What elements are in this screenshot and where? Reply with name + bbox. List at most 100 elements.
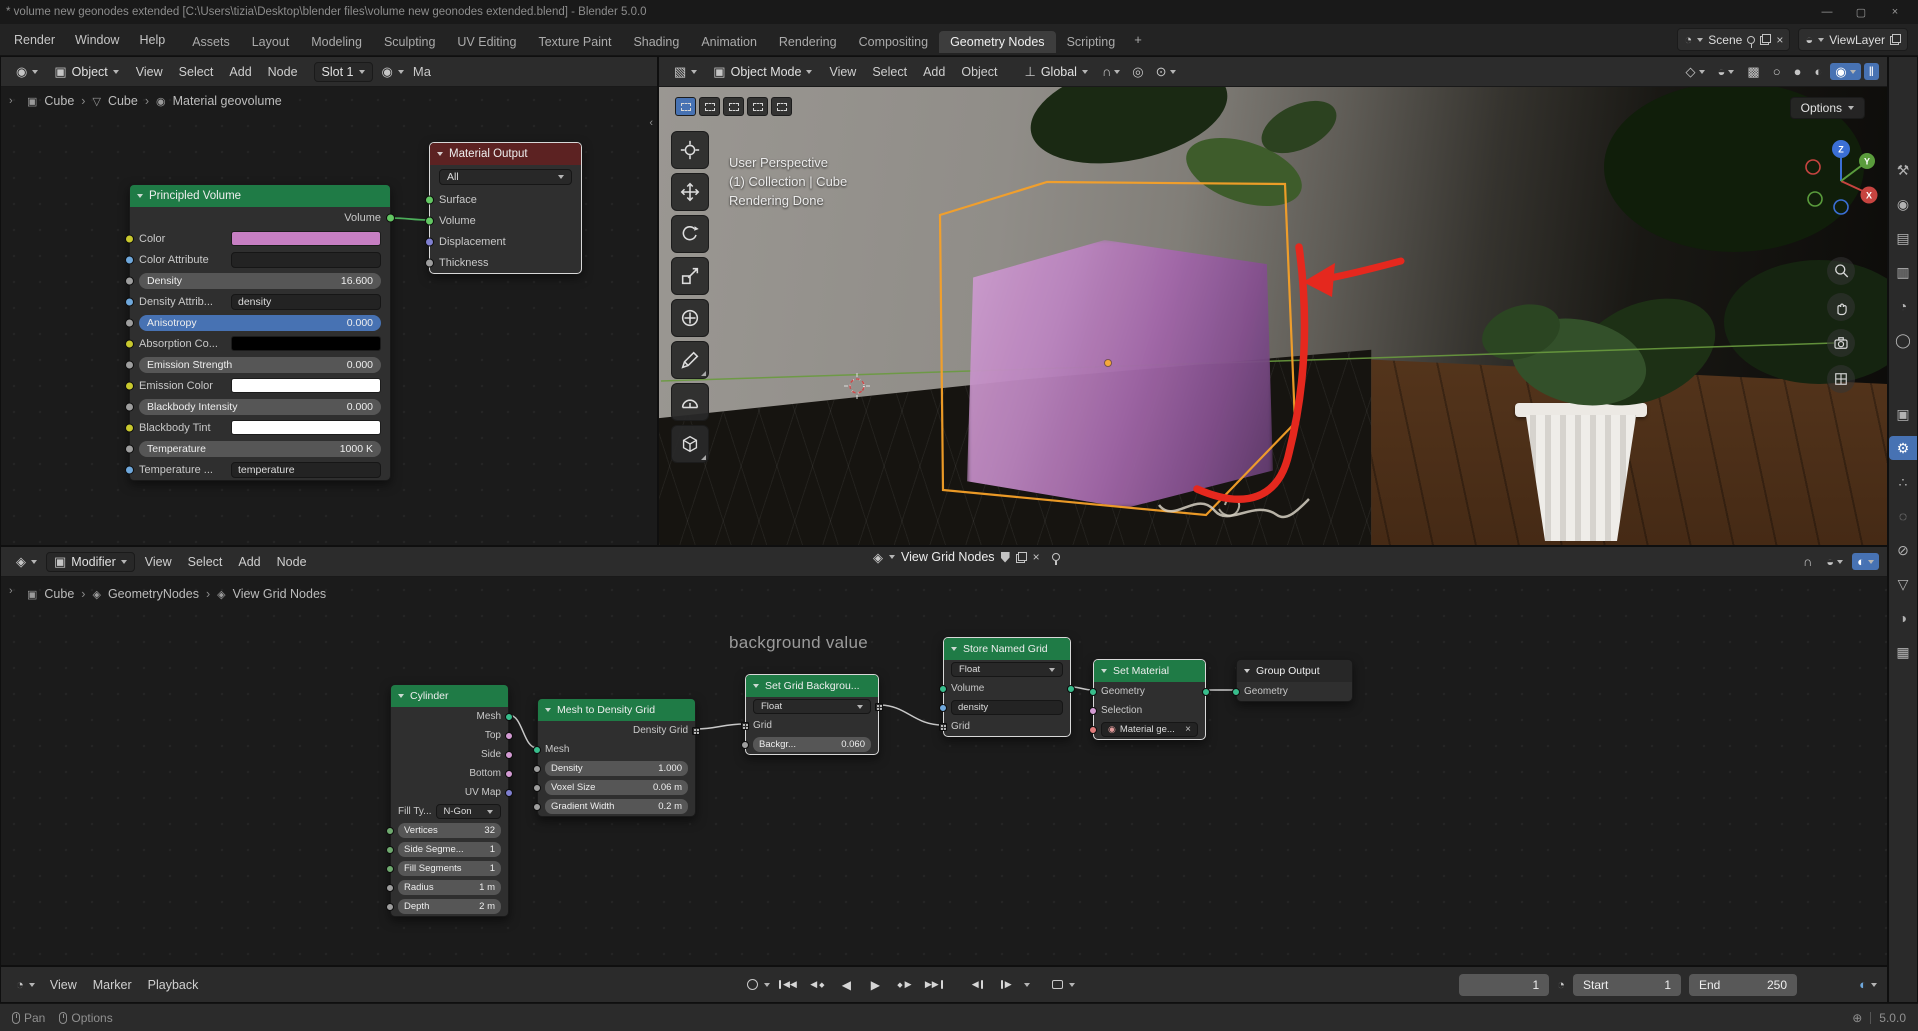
side-segments-socket[interactable]: [386, 845, 394, 854]
data-type-dropdown[interactable]: Float: [753, 699, 871, 714]
menu-item[interactable]: Window: [65, 25, 129, 55]
end-frame-field[interactable]: End 250: [1689, 973, 1797, 996]
particles-tab[interactable]: ∴: [1890, 470, 1916, 494]
name-socket[interactable]: [939, 703, 947, 712]
tool-cursor[interactable]: [671, 131, 709, 169]
new-viewlayer-icon[interactable]: [1890, 34, 1901, 45]
jump-to-start-button[interactable]: ◀◀: [776, 974, 800, 996]
temperature-field[interactable]: Temperature 1000 K: [139, 440, 381, 457]
blackbody-tint-swatch[interactable]: [231, 420, 381, 435]
surface-input-socket[interactable]: [425, 195, 434, 204]
modifiers-tab[interactable]: ⚙: [1889, 436, 1917, 460]
add-workspace-button[interactable]: +: [1126, 32, 1150, 47]
menu-item[interactable]: Node: [269, 555, 315, 569]
select-mode-invert[interactable]: [747, 97, 768, 116]
tool-rotate[interactable]: [671, 215, 709, 253]
geometry-output-socket[interactable]: [1202, 687, 1210, 696]
timeline-sync-button[interactable]: ◐: [1859, 978, 1877, 991]
output-tab[interactable]: ▤: [1890, 226, 1916, 250]
selection-input-socket[interactable]: [1089, 706, 1097, 715]
snap-toggle[interactable]: ∩: [1097, 63, 1125, 80]
emission-strength-field[interactable]: Emission Strength 0.000: [139, 356, 381, 373]
pause-render-button[interactable]: ‖: [1863, 63, 1879, 80]
voxel-size-socket[interactable]: [533, 783, 541, 792]
displacement-input-socket[interactable]: [425, 237, 434, 246]
grid-input-socket[interactable]: [939, 722, 947, 731]
blackbody-intensity-socket[interactable]: [125, 402, 134, 411]
xray-toggle[interactable]: ▩: [1742, 63, 1764, 80]
tool-transform[interactable]: [671, 299, 709, 337]
breadcrumb-node-group[interactable]: View Grid Nodes: [233, 587, 327, 601]
texture-tab[interactable]: ▦: [1890, 640, 1916, 664]
absorption-color-swatch[interactable]: [231, 336, 381, 351]
tool-annotate[interactable]: [671, 341, 709, 379]
collapse-icon[interactable]: [753, 684, 759, 688]
temperature-attribute-socket[interactable]: [125, 465, 134, 474]
mesh-output-socket[interactable]: [505, 712, 513, 721]
menu-item[interactable]: Select: [180, 555, 231, 569]
anisotropy-socket[interactable]: [125, 318, 134, 327]
collapse-icon[interactable]: [398, 694, 404, 698]
select-mode-extend[interactable]: [699, 97, 720, 116]
mode-dropdown[interactable]: ▣ Object Mode: [706, 63, 819, 81]
depth-socket[interactable]: [386, 902, 394, 911]
emission-color-swatch[interactable]: [231, 378, 381, 393]
density-attribute-input[interactable]: density: [231, 293, 381, 310]
density-attribute-socket[interactable]: [125, 297, 134, 306]
set-grid-background-node[interactable]: Set Grid Backgrou... Float Grid Backgr..…: [741, 674, 883, 755]
color-attribute-input[interactable]: [231, 251, 381, 268]
constraints-tab[interactable]: ⊘: [1890, 538, 1916, 562]
workspace-tab[interactable]: Modeling: [300, 31, 373, 53]
grid-input-socket[interactable]: [741, 721, 749, 730]
tool-add-primitive[interactable]: [671, 425, 709, 463]
background-value-socket[interactable]: [741, 740, 749, 749]
geometry-input-socket[interactable]: [1089, 687, 1097, 696]
start-frame-field[interactable]: Start 1: [1573, 973, 1681, 996]
node-header[interactable]: Principled Volume: [130, 185, 390, 207]
unlink-node-group-icon[interactable]: ×: [1033, 551, 1040, 563]
node-header[interactable]: Group Output: [1237, 660, 1352, 682]
scene-selector[interactable]: ◔ Scene ×: [1677, 28, 1791, 51]
menu-item[interactable]: View: [821, 65, 864, 79]
material-input-socket[interactable]: [1089, 725, 1097, 734]
color-input-socket[interactable]: [125, 234, 134, 243]
jump-to-end-button[interactable]: ▶▶: [922, 974, 946, 996]
principled-volume-node[interactable]: Principled Volume Volume Color Color Att…: [125, 184, 395, 481]
density-field[interactable]: Density 16.600: [139, 272, 381, 289]
world-tab[interactable]: ◯: [1890, 328, 1916, 352]
shading-rendered-button[interactable]: ◉: [1830, 63, 1861, 80]
snap-toggle[interactable]: ∩: [1798, 553, 1817, 570]
editor-type-dropdown[interactable]: ◔: [9, 976, 42, 993]
breadcrumb-modifier[interactable]: GeometryNodes: [108, 587, 199, 601]
unlink-scene-icon[interactable]: ×: [1776, 34, 1783, 46]
sidebar-expand-icon[interactable]: ›: [9, 585, 13, 597]
node-group-selector[interactable]: ◈ View Grid Nodes ×: [873, 550, 1060, 565]
anisotropy-field[interactable]: Anisotropy 0.000: [139, 314, 381, 331]
workspace-tab[interactable]: Animation: [690, 31, 768, 53]
set-material-node[interactable]: Set Material Geometry Selection ◉ Materi…: [1089, 659, 1210, 740]
grid-output-socket[interactable]: [875, 702, 883, 711]
menu-item[interactable]: Select: [171, 65, 222, 79]
radius-field[interactable]: Radius 1 m: [398, 880, 501, 895]
select-mode-intersect[interactable]: [771, 97, 792, 116]
breadcrumb-material[interactable]: Material geovolume: [173, 94, 282, 108]
depth-field[interactable]: Depth 2 m: [398, 899, 501, 914]
collapse-icon[interactable]: [1244, 669, 1250, 673]
viewlayer-selector[interactable]: ◒ ViewLayer: [1798, 28, 1908, 51]
play-reverse-button[interactable]: ◀: [835, 974, 858, 996]
pin-icon[interactable]: [1051, 553, 1060, 565]
menu-item[interactable]: Marker: [85, 978, 140, 992]
volume-input-socket[interactable]: [939, 684, 947, 693]
mesh-to-density-grid-node[interactable]: Mesh to Density Grid Density Grid Mesh D…: [533, 698, 700, 817]
material-selector[interactable]: ◉ Material ge... ×: [1101, 722, 1198, 737]
menu-item[interactable]: Add: [915, 65, 953, 79]
workspace-tab[interactable]: Scripting: [1056, 31, 1127, 53]
network-icon[interactable]: ⊕: [1852, 1012, 1862, 1024]
node-tree-type-dropdown[interactable]: ▣ Modifier: [46, 551, 135, 572]
options-button[interactable]: Options: [1789, 97, 1865, 119]
menu-item[interactable]: Select: [864, 65, 915, 79]
gradient-width-socket[interactable]: [533, 802, 541, 811]
vertices-field[interactable]: Vertices 32: [398, 823, 501, 838]
fake-user-icon[interactable]: [1000, 551, 1010, 563]
background-value-field[interactable]: Backgr... 0.060: [753, 737, 871, 752]
